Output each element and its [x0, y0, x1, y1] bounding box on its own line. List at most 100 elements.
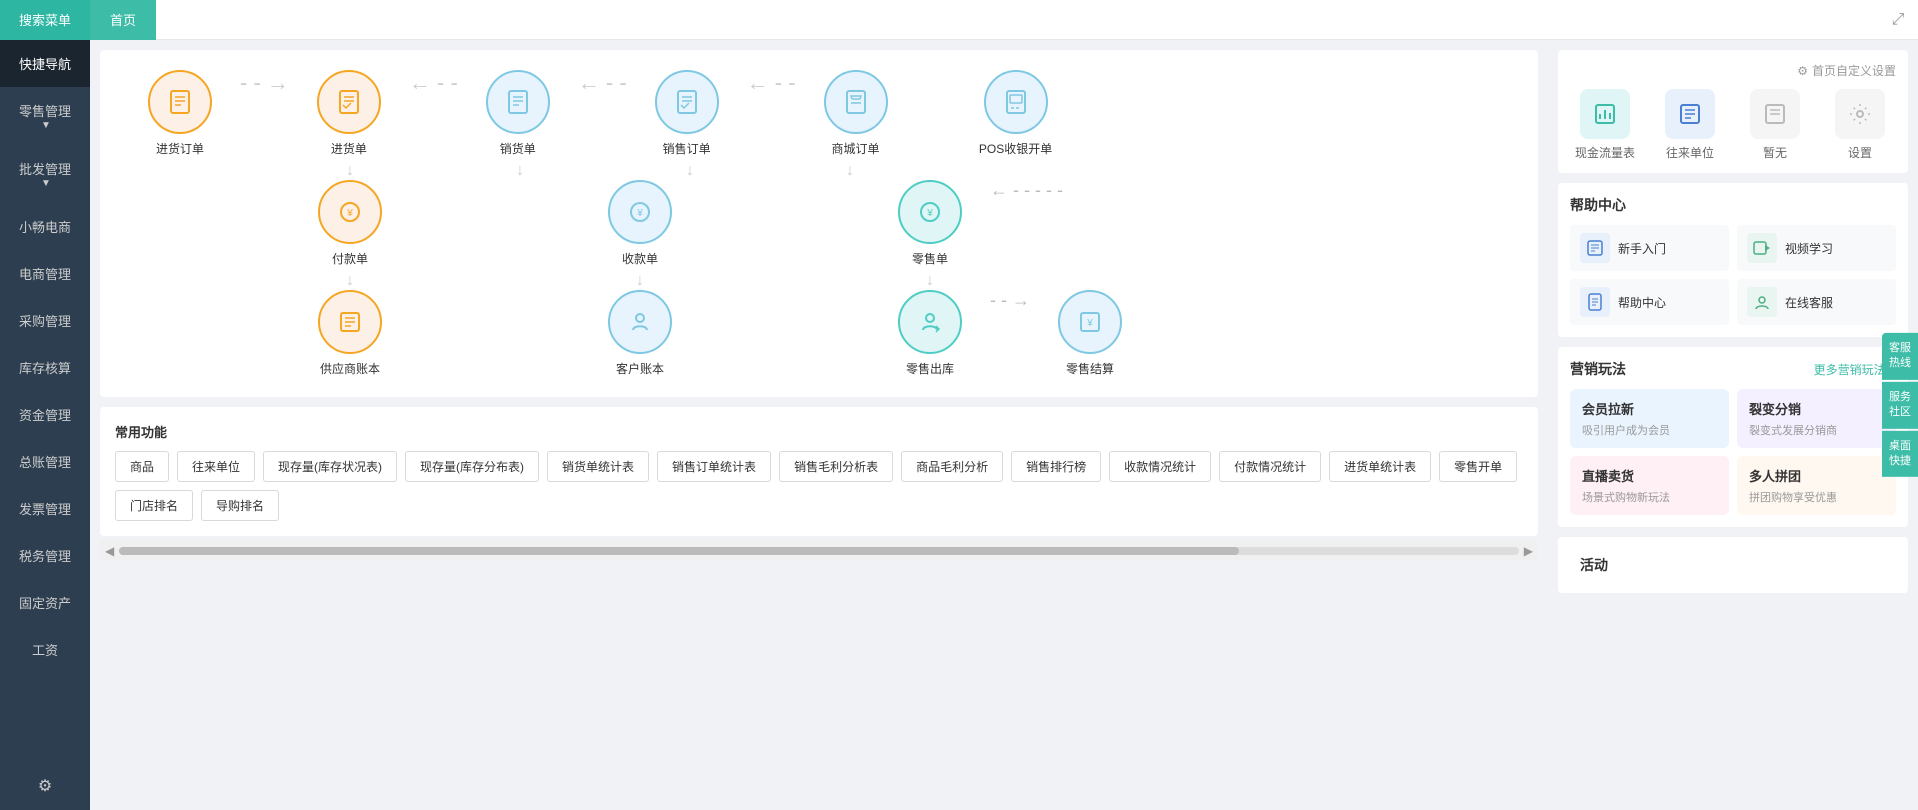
float-btn-community[interactable]: 服务社区 — [1882, 382, 1918, 429]
scroll-right-arrow[interactable]: ▶ — [1524, 544, 1533, 558]
scroll-thumb[interactable] — [119, 547, 1239, 555]
sidebar-item-purchase[interactable]: 采购管理 — [0, 297, 90, 344]
help-item-online-service[interactable]: 在线客服 — [1737, 279, 1896, 325]
sidebar-item-retail[interactable]: 零售管理 ▼ — [0, 87, 90, 145]
common-functions-title: 常用功能 — [115, 422, 1523, 441]
online-service-icon — [1747, 287, 1777, 317]
sales-order-label: 销售订单 — [663, 140, 711, 157]
member-desc: 吸引用户成为会员 — [1582, 422, 1717, 438]
sidebar-item-xiaochangec[interactable]: 小畅电商 — [0, 203, 90, 250]
flow-node-retail-settle[interactable]: ¥ 零售结算 — [1030, 290, 1150, 377]
down-arrow-retail: ↓ — [870, 272, 990, 290]
flow-node-purchase[interactable]: 进货单 — [289, 70, 409, 157]
supplier-account-label: 供应商账本 — [320, 360, 380, 377]
sidebar: 快捷导航 零售管理 ▼ 批发管理 ▼ 小畅电商 电商管理 采购管理 库存核算 资… — [0, 40, 90, 810]
arrow-right-2: ← - - — [747, 70, 796, 124]
down-arrow-sales-order: ↓ — [630, 162, 750, 180]
purchase-icon — [317, 70, 381, 134]
help-item-video[interactable]: 视频学习 — [1737, 225, 1896, 271]
sidebar-item-ledger[interactable]: 总账管理 — [0, 438, 90, 485]
func-btn-retail-order[interactable]: 零售开单 — [1439, 451, 1517, 482]
func-btn-goods-margin[interactable]: 商品毛利分析 — [901, 451, 1003, 482]
sidebar-item-finance[interactable]: 资金管理 — [0, 391, 90, 438]
sidebar-item-invoice[interactable]: 发票管理 — [0, 485, 90, 532]
down-arrow-purchase: ↓ — [290, 162, 410, 180]
flow-row-2: ¥ 付款单 ¥ 收款单 — [120, 180, 1518, 267]
flow-node-receipt[interactable]: ¥ 收款单 — [580, 180, 700, 267]
sidebar-item-ecommerce[interactable]: 电商管理 — [0, 250, 90, 297]
home-tab[interactable]: 首页 — [90, 0, 156, 40]
scroll-track[interactable] — [119, 547, 1519, 555]
func-btn-stock-dist[interactable]: 现存量(库存分布表) — [405, 451, 539, 482]
flow-node-payment[interactable]: ¥ 付款单 — [290, 180, 410, 267]
help-card: 帮助中心 新手入门 视频学习 — [1558, 183, 1908, 337]
float-btn-service[interactable]: 客服热线 — [1882, 333, 1918, 380]
common-functions-card: 常用功能 商品 往来单位 现存量(库存状况表) 现存量(库存分布表) 销货单统计… — [100, 407, 1538, 536]
flow-node-mall-order[interactable]: 商城订单 — [796, 70, 916, 157]
func-grid: 商品 往来单位 现存量(库存状况表) 现存量(库存分布表) 销货单统计表 销售订… — [115, 451, 1523, 521]
func-btn-goods[interactable]: 商品 — [115, 451, 169, 482]
arrow-row-2-down: ↓ ↓ ↓ — [120, 272, 1518, 290]
flow-node-pos[interactable]: POS收银开单 — [956, 70, 1076, 157]
expand-icon[interactable]: ⤢ — [1888, 10, 1908, 30]
retail-out-icon — [898, 290, 962, 354]
sidebar-item-fixed-assets[interactable]: 固定资产 — [0, 579, 90, 626]
flow-node-sales-order[interactable]: 销售订单 — [627, 70, 747, 157]
sidebar-gear-icon[interactable]: ⚙ — [0, 762, 90, 810]
quick-icon-contacts[interactable]: 往来单位 — [1655, 89, 1725, 161]
marketing-item-member[interactable]: 会员拉新 吸引用户成为会员 — [1570, 389, 1729, 448]
sidebar-item-inventory[interactable]: 库存核算 — [0, 344, 90, 391]
sales-icon — [486, 70, 550, 134]
sidebar-item-wholesale[interactable]: 批发管理 ▼ — [0, 145, 90, 203]
search-menu-button[interactable]: 搜索菜单 — [0, 0, 90, 40]
func-btn-purchase-stats[interactable]: 进货单统计表 — [1329, 451, 1431, 482]
func-btn-sales-margin[interactable]: 销售毛利分析表 — [779, 451, 893, 482]
quick-icon-none[interactable]: 暂无 — [1740, 89, 1810, 161]
marketing-card: 营销玩法 更多营销玩法 > 会员拉新 吸引用户成为会员 裂变分销 裂变式发展分销… — [1558, 347, 1908, 527]
flow-node-sales[interactable]: 销货单 — [458, 70, 578, 157]
marketing-item-live[interactable]: 直播卖货 场景式购物新玩法 — [1570, 456, 1729, 515]
svg-text:¥: ¥ — [1086, 318, 1093, 329]
svg-text:¥: ¥ — [346, 208, 353, 219]
scroll-left-arrow[interactable]: ◀ — [105, 544, 114, 558]
marketing-item-fission[interactable]: 裂变分销 裂变式发展分销商 — [1737, 389, 1896, 448]
quick-icon-cashflow[interactable]: 现金流量表 — [1570, 89, 1640, 161]
float-btn-desktop[interactable]: 桌面快捷 — [1882, 430, 1918, 477]
live-title: 直播卖货 — [1582, 466, 1717, 485]
func-btn-sales-order-stats[interactable]: 销售订单统计表 — [657, 451, 771, 482]
activity-card: 活动 — [1558, 537, 1908, 593]
help-item-beginner[interactable]: 新手入门 — [1570, 225, 1729, 271]
group-desc: 拼团购物享受优惠 — [1749, 489, 1884, 505]
func-btn-sales-rank[interactable]: 销售排行榜 — [1011, 451, 1101, 482]
chevron-down-icon: ▼ — [41, 120, 51, 131]
func-btn-guide-rank[interactable]: 导购排名 — [201, 490, 279, 521]
arrow-left-1: ← - - — [409, 70, 458, 124]
func-btn-stock-status[interactable]: 现存量(库存状况表) — [263, 451, 397, 482]
func-btn-contacts[interactable]: 往来单位 — [177, 451, 255, 482]
func-btn-payment-stats[interactable]: 付款情况统计 — [1219, 451, 1321, 482]
group-title: 多人拼团 — [1749, 466, 1884, 485]
horizontal-scrollbar[interactable]: ◀ ▶ — [100, 541, 1538, 561]
flow-row-3: 供应商账本 客户账本 — [120, 290, 1518, 377]
flow-node-retail-out[interactable]: 零售出库 — [870, 290, 990, 377]
activity-title: 活动 — [1568, 547, 1898, 583]
flow-diagram-card: 进货订单 - - → 进货单 ← - - — [100, 50, 1538, 397]
payment-icon: ¥ — [318, 180, 382, 244]
flow-node-customer-account[interactable]: 客户账本 — [580, 290, 700, 377]
payment-label: 付款单 — [332, 250, 368, 267]
help-item-help[interactable]: 帮助中心 — [1570, 279, 1729, 325]
func-btn-sales-stats[interactable]: 销货单统计表 — [547, 451, 649, 482]
func-btn-receipt-stats[interactable]: 收款情况统计 — [1109, 451, 1211, 482]
func-btn-store-rank[interactable]: 门店排名 — [115, 490, 193, 521]
flow-node-retail-order[interactable]: ¥ 零售单 — [870, 180, 990, 267]
none-icon — [1750, 89, 1800, 139]
sidebar-item-quick-nav[interactable]: 快捷导航 — [0, 40, 90, 87]
flow-node-supplier-account[interactable]: 供应商账本 — [290, 290, 410, 377]
flow-node-purchase-order[interactable]: 进货订单 — [120, 70, 240, 157]
custom-settings-link[interactable]: ⚙ 首页自定义设置 — [1797, 62, 1896, 79]
quick-icon-settings[interactable]: 设置 — [1825, 89, 1895, 161]
sidebar-item-tax[interactable]: 税务管理 — [0, 532, 90, 579]
marketing-item-group[interactable]: 多人拼团 拼团购物享受优惠 — [1737, 456, 1896, 515]
sidebar-item-salary[interactable]: 工资 — [0, 626, 90, 673]
arrow-to-retail-settle: - - → — [990, 290, 1030, 339]
